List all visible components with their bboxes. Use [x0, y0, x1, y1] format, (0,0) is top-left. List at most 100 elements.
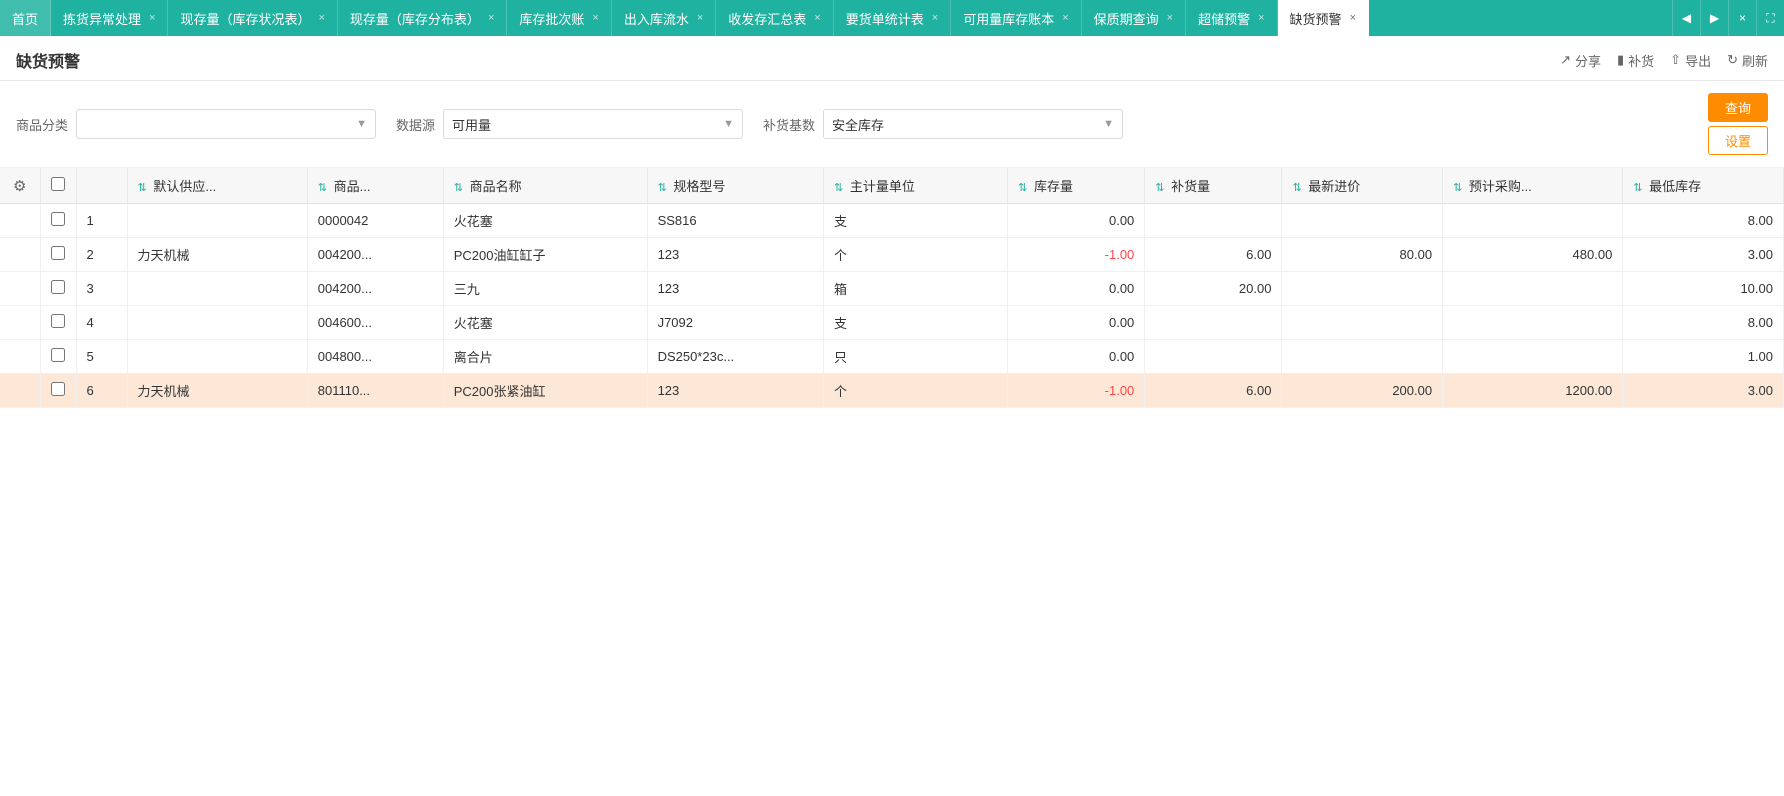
row-supplier	[127, 340, 307, 374]
row-index: 5	[76, 340, 127, 374]
tab-overstock[interactable]: 超储预警 ×	[1186, 0, 1277, 36]
row-checkbox-cell[interactable]	[40, 272, 76, 306]
row-checkbox[interactable]	[51, 314, 65, 328]
row-index: 2	[76, 238, 127, 272]
row-checkbox-cell[interactable]	[40, 306, 76, 340]
tab-stock-status-close[interactable]: ×	[318, 12, 324, 24]
share-button[interactable]: ↗ 分享	[1560, 51, 1601, 70]
export-icon: ⇧	[1670, 52, 1681, 68]
row-checkbox-cell[interactable]	[40, 374, 76, 408]
col-unit[interactable]: ⇅ 主计量单位	[824, 168, 1008, 204]
page-title: 缺货预警	[16, 48, 80, 72]
tab-demand-stats[interactable]: 要货单统计表 ×	[834, 0, 951, 36]
row-replenish-qty	[1145, 340, 1282, 374]
tab-expiry-close[interactable]: ×	[1167, 12, 1173, 24]
stock-sort-icon: ⇅	[1018, 182, 1027, 194]
tab-stock-dist[interactable]: 现存量（库存分布表） ×	[338, 0, 507, 36]
tab-demand-close[interactable]: ×	[932, 12, 938, 24]
row-product-code: 004600...	[307, 306, 443, 340]
row-stock-qty: 0.00	[1008, 306, 1145, 340]
datasource-select[interactable]: 可用量 ▼	[443, 109, 743, 139]
settings-button[interactable]: 设置	[1708, 126, 1768, 155]
row-checkbox-cell[interactable]	[40, 204, 76, 238]
row-checkbox-cell[interactable]	[40, 340, 76, 374]
row-spec: J7092	[647, 306, 823, 340]
filter-actions: 查询 设置	[1708, 93, 1768, 155]
row-checkbox[interactable]	[51, 382, 65, 396]
select-all-checkbox[interactable]	[51, 177, 65, 191]
col-latest-price[interactable]: ⇅ 最新进价	[1282, 168, 1443, 204]
supplier-sort-icon: ⇅	[138, 182, 147, 194]
category-select[interactable]: ▼	[76, 109, 376, 139]
refresh-button[interactable]: ↻ 刷新	[1727, 51, 1768, 70]
tab-receipt-summary[interactable]: 收发存汇总表 ×	[716, 0, 833, 36]
col-product-name[interactable]: ⇅ 商品名称	[443, 168, 647, 204]
export-button[interactable]: ⇧ 导出	[1670, 51, 1711, 70]
row-checkbox-cell[interactable]	[40, 238, 76, 272]
row-stock-qty: 0.00	[1008, 340, 1145, 374]
row-product-name: 火花塞	[443, 204, 647, 238]
row-index: 4	[76, 306, 127, 340]
row-est-purchase	[1443, 306, 1623, 340]
col-product-code[interactable]: ⇅ 商品...	[307, 168, 443, 204]
col-supplier[interactable]: ⇅ 默认供应...	[127, 168, 307, 204]
query-button[interactable]: 查询	[1708, 93, 1768, 122]
row-checkbox[interactable]	[51, 246, 65, 260]
row-replenish-qty	[1145, 306, 1282, 340]
row-est-purchase	[1443, 272, 1623, 306]
row-min-stock: 8.00	[1623, 306, 1784, 340]
tab-overstock-close[interactable]: ×	[1258, 12, 1264, 24]
row-latest-price	[1282, 306, 1443, 340]
table-row: 3 004200... 三九 123 箱 0.00 20.00 10.00	[0, 272, 1784, 306]
row-product-code: 004800...	[307, 340, 443, 374]
gear-icon[interactable]: ⚙	[13, 178, 26, 195]
tab-batch-close[interactable]: ×	[592, 12, 598, 24]
row-replenish-qty: 20.00	[1145, 272, 1282, 306]
tab-next-button[interactable]: ▶	[1700, 0, 1728, 36]
tab-home[interactable]: 首页	[0, 0, 51, 36]
tab-exception[interactable]: 拣货异常处理 ×	[51, 0, 168, 36]
col-checkbox[interactable]	[40, 168, 76, 204]
tab-shortage-close[interactable]: ×	[1350, 12, 1356, 24]
tab-stock-dist-close[interactable]: ×	[488, 12, 494, 24]
tab-stock-status[interactable]: 现存量（库存状况表） ×	[168, 0, 337, 36]
tab-receipt-close[interactable]: ×	[814, 12, 820, 24]
tab-expiry[interactable]: 保质期查询 ×	[1082, 0, 1186, 36]
tab-ledger-close[interactable]: ×	[1062, 12, 1068, 24]
row-product-code: 004200...	[307, 272, 443, 306]
row-checkbox[interactable]	[51, 212, 65, 226]
refresh-icon: ↻	[1727, 52, 1738, 68]
row-checkbox[interactable]	[51, 280, 65, 294]
tab-available-ledger[interactable]: 可用量库存账本 ×	[951, 0, 1081, 36]
row-min-stock: 8.00	[1623, 204, 1784, 238]
tab-batch-account[interactable]: 库存批次账 ×	[507, 0, 611, 36]
col-replenish-qty[interactable]: ⇅ 补货量	[1145, 168, 1282, 204]
col-gear[interactable]: ⚙	[0, 168, 40, 204]
tab-shortage[interactable]: 缺货预警 ×	[1278, 0, 1369, 36]
replenish-base-select[interactable]: 安全库存 ▼	[823, 109, 1123, 139]
table-row: 6 力天机械 801110... PC200张紧油缸 123 个 -1.00 6…	[0, 374, 1784, 408]
row-checkbox[interactable]	[51, 348, 65, 362]
row-min-stock: 3.00	[1623, 374, 1784, 408]
tab-close-all-button[interactable]: ×	[1728, 0, 1756, 36]
col-index	[76, 168, 127, 204]
tab-prev-button[interactable]: ◀	[1672, 0, 1700, 36]
tab-in-out-flow[interactable]: 出入库流水 ×	[612, 0, 716, 36]
table-row: 5 004800... 离合片 DS250*23c... 只 0.00 1.00	[0, 340, 1784, 374]
col-stock-qty[interactable]: ⇅ 库存量	[1008, 168, 1145, 204]
col-spec[interactable]: ⇅ 规格型号	[647, 168, 823, 204]
spec-sort-icon: ⇅	[658, 182, 667, 194]
replenish-button[interactable]: ▮ 补货	[1617, 51, 1654, 70]
col-min-stock[interactable]: ⇅ 最低库存	[1623, 168, 1784, 204]
row-stock-qty: 0.00	[1008, 272, 1145, 306]
row-latest-price: 80.00	[1282, 238, 1443, 272]
row-supplier	[127, 306, 307, 340]
tab-exception-close[interactable]: ×	[149, 12, 155, 24]
row-product-name: 三九	[443, 272, 647, 306]
row-gear-cell	[0, 204, 40, 238]
table-body: 1 0000042 火花塞 SS816 支 0.00 8.00 2 力天机械 0…	[0, 204, 1784, 408]
page-header: 缺货预警 ↗ 分享 ▮ 补货 ⇧ 导出 ↻ 刷新	[0, 36, 1784, 81]
tab-flow-close[interactable]: ×	[697, 12, 703, 24]
col-est-purchase[interactable]: ⇅ 预计采购...	[1443, 168, 1623, 204]
tab-fullscreen-button[interactable]: ⛶	[1756, 0, 1784, 36]
